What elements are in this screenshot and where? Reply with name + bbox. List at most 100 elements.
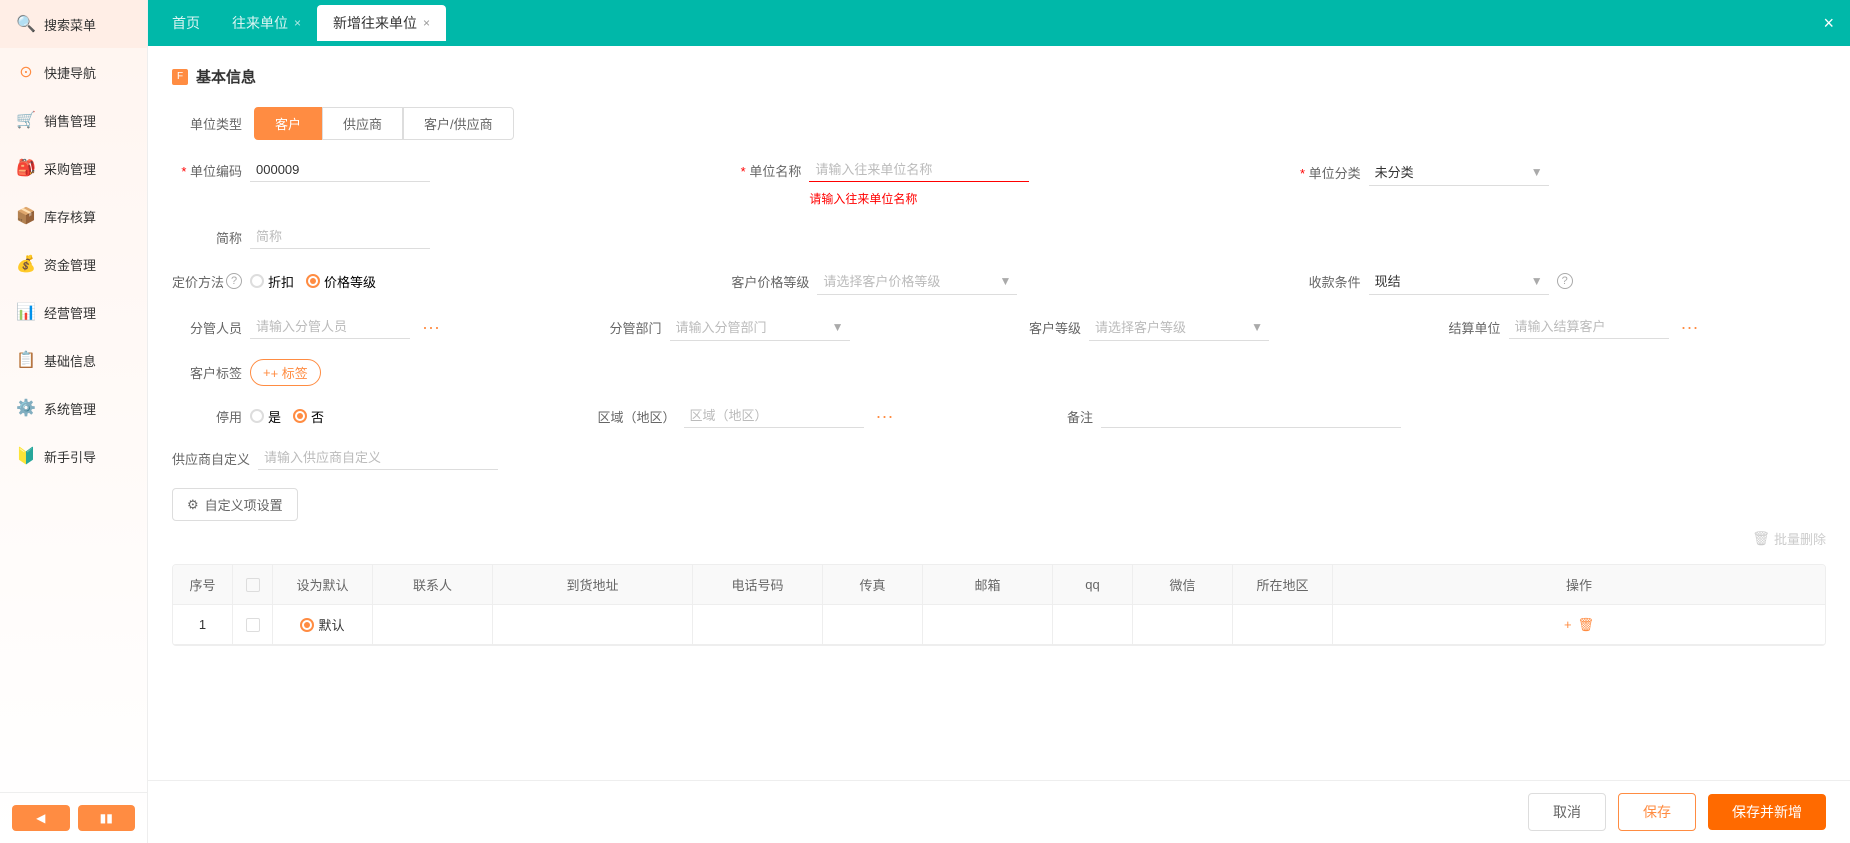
sidebar-label-purchase: 采购管理	[44, 159, 96, 178]
sidebar-item-finance[interactable]: 💰 资金管理	[0, 240, 147, 288]
sidebar-label-guide: 新手引导	[44, 447, 96, 466]
customer-price-level-label: 客户价格等级	[731, 272, 809, 291]
tab-bar: 首页 往来单位 × 新增往来单位 × ×	[148, 0, 1850, 46]
remark-field: 备注	[1023, 404, 1826, 428]
settlement-unit-input[interactable]	[1509, 315, 1669, 339]
unit-btn-customer[interactable]: 客户	[254, 107, 322, 140]
save-new-button[interactable]: 保存并新增	[1708, 794, 1826, 830]
row1-delete-btn[interactable]: 🗑	[1578, 617, 1595, 633]
col-header-address: 到货地址	[493, 565, 693, 604]
address-input-1[interactable]	[501, 617, 684, 632]
tab-partners[interactable]: 往来单位 ×	[216, 5, 317, 41]
phone-input-1[interactable]	[701, 617, 814, 632]
customer-price-level-select[interactable]: 请选择客户价格等级 ▼	[817, 267, 1017, 295]
sidebar-item-inventory[interactable]: 📦 库存核算	[0, 192, 147, 240]
cell-address-1[interactable]	[493, 605, 693, 644]
contact-input-1[interactable]	[381, 617, 484, 632]
tab-new-partner[interactable]: 新增往来单位 ×	[317, 5, 446, 41]
cell-qq-1[interactable]	[1053, 605, 1133, 644]
code-input[interactable]	[250, 158, 430, 182]
sidebar-item-sales[interactable]: 🛒 销售管理	[0, 96, 147, 144]
name-field: 单位名称 请输入往来单位名称	[731, 158, 1266, 207]
department-label: 分管部门	[592, 318, 662, 337]
cell-region-1[interactable]	[1233, 605, 1333, 644]
pricing-help-icon[interactable]: ?	[226, 273, 242, 289]
pricing-radio-price-level[interactable]: 价格等级	[306, 272, 376, 291]
sidebar-item-guide[interactable]: 🔰 新手引导	[0, 432, 147, 480]
sidebar-label-system: 系统管理	[44, 399, 96, 418]
department-field: 分管部门 请输入分管部门 ▼	[592, 313, 988, 341]
category-select[interactable]: 未分类 ▼	[1369, 158, 1549, 186]
save-button[interactable]: 保存	[1618, 793, 1696, 831]
add-tag-btn[interactable]: + + 标签	[250, 359, 321, 386]
tab-home-label: 首页	[172, 13, 200, 33]
pricing-radio-discount[interactable]: 折扣	[250, 272, 294, 291]
cell-email-1[interactable]	[923, 605, 1053, 644]
no-label: 否	[311, 407, 324, 426]
yes-label: 是	[268, 407, 281, 426]
region-field: 区域（地区） ···	[598, 404, 1000, 428]
pricing-label: 定价方法 ?	[172, 272, 242, 291]
fax-input-1[interactable]	[831, 617, 914, 632]
sidebar-bottom-btn1[interactable]: ◀	[12, 805, 70, 831]
supplier-custom-input[interactable]	[258, 446, 498, 470]
batch-delete-row: 🗑 批量删除	[172, 529, 1826, 548]
manager-label: 分管人员	[172, 318, 242, 337]
sidebar-item-quick-nav[interactable]: ⊙ 快捷导航	[0, 48, 147, 96]
settlement-more-btn[interactable]: ···	[1677, 317, 1703, 338]
quick-nav-icon: ⊙	[16, 62, 36, 82]
cell-fax-1[interactable]	[823, 605, 923, 644]
sidebar-item-basic[interactable]: 📋 基础信息	[0, 336, 147, 384]
unit-btn-both[interactable]: 客户/供应商	[403, 107, 514, 140]
form-row-unit-type: 单位类型 客户 供应商 客户/供应商	[172, 107, 1826, 140]
sidebar-label-search: 搜索菜单	[44, 15, 96, 34]
price-level-label: 价格等级	[324, 272, 376, 291]
unit-btn-supplier[interactable]: 供应商	[322, 107, 403, 140]
window-close-btn[interactable]: ×	[1815, 9, 1842, 38]
sidebar-item-search[interactable]: 🔍 搜索菜单	[0, 0, 147, 48]
cell-default-1[interactable]: 默认	[273, 605, 373, 644]
form-row-supplier-custom: 供应商自定义	[172, 446, 1826, 470]
form-row-short-name: 简称	[172, 225, 1826, 249]
sidebar-item-system[interactable]: ⚙️ 系统管理	[0, 384, 147, 432]
cell-phone-1[interactable]	[693, 605, 823, 644]
manager-input[interactable]	[250, 315, 410, 339]
tab-home[interactable]: 首页	[156, 5, 216, 41]
sales-icon: 🛒	[16, 110, 36, 130]
col-header-email: 邮箱	[923, 565, 1053, 604]
payment-condition-select[interactable]: 现结 ▼	[1369, 267, 1549, 295]
qq-input-1[interactable]	[1061, 617, 1124, 632]
manager-more-btn[interactable]: ···	[418, 317, 444, 338]
tab-partners-close[interactable]: ×	[294, 16, 301, 30]
remark-input[interactable]	[1101, 404, 1401, 428]
col-header-phone: 电话号码	[693, 565, 823, 604]
cell-contact-1[interactable]	[373, 605, 493, 644]
region-more-btn[interactable]: ···	[872, 406, 898, 427]
disabled-radio-no[interactable]: 否	[293, 407, 324, 426]
row1-checkbox[interactable]	[246, 618, 260, 632]
tab-new-partner-close[interactable]: ×	[423, 16, 430, 30]
cell-wechat-1[interactable]	[1133, 605, 1233, 644]
region-input[interactable]	[684, 404, 864, 428]
row1-add-btn[interactable]: +	[1564, 617, 1572, 632]
sidebar-item-operations[interactable]: 📊 经营管理	[0, 288, 147, 336]
department-select[interactable]: 请输入分管部门 ▼	[670, 313, 850, 341]
wechat-input-1[interactable]	[1141, 617, 1224, 632]
disabled-radio-yes[interactable]: 是	[250, 407, 281, 426]
customer-level-select[interactable]: 请选择客户等级 ▼	[1089, 313, 1269, 341]
short-name-input[interactable]	[250, 225, 430, 249]
name-input[interactable]	[809, 158, 1029, 182]
region-input-1[interactable]	[1241, 617, 1324, 632]
custom-settings-btn[interactable]: ⚙ 自定义项设置	[172, 488, 298, 521]
cancel-button[interactable]: 取消	[1528, 793, 1606, 831]
email-input-1[interactable]	[931, 617, 1044, 632]
row1-default-radio[interactable]: 默认	[300, 615, 344, 634]
discount-label: 折扣	[268, 272, 294, 291]
section-icon: F	[172, 69, 188, 85]
sidebar-bottom-btn2[interactable]: ▮▮	[78, 805, 136, 831]
payment-help-icon[interactable]: ?	[1557, 273, 1573, 289]
search-icon: 🔍	[16, 14, 36, 34]
sidebar-item-purchase[interactable]: 🎒 采购管理	[0, 144, 147, 192]
header-checkbox[interactable]	[246, 578, 260, 592]
region-label: 区域（地区）	[598, 407, 676, 426]
